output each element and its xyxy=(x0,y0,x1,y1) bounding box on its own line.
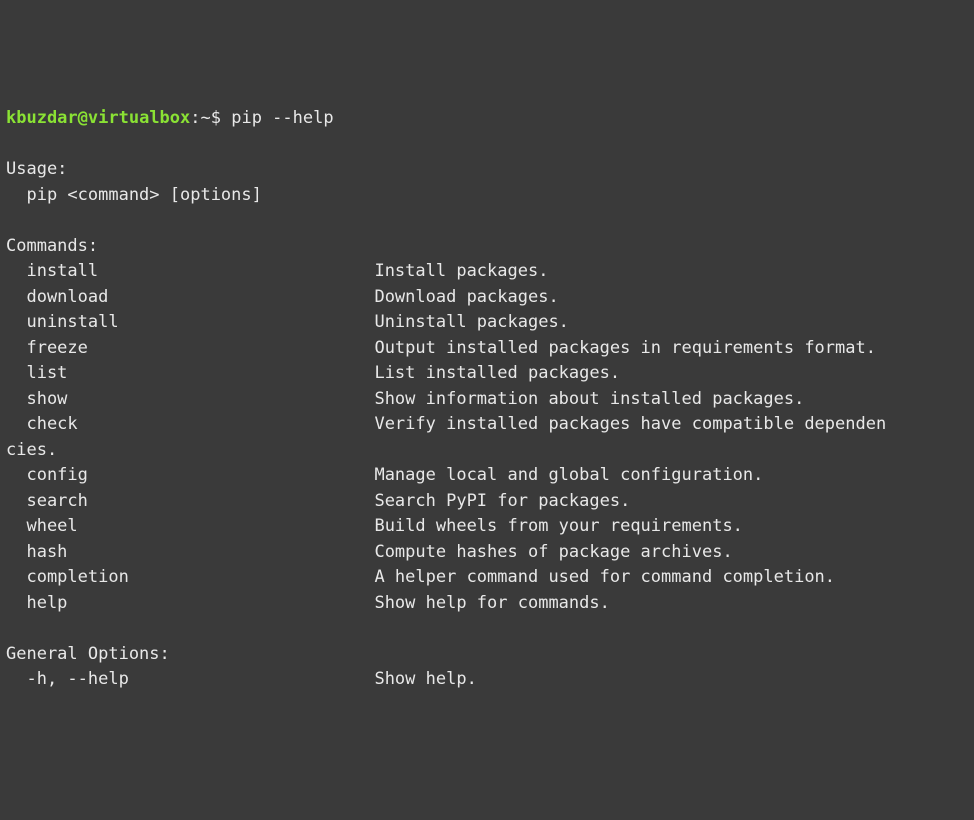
usage-header: Usage: xyxy=(6,159,67,179)
commands-header: Commands: xyxy=(6,236,98,256)
general-options-header: General Options: xyxy=(6,644,170,664)
usage-line: pip <command> [options] xyxy=(6,185,262,205)
command-input: pip --help xyxy=(231,108,333,128)
cmd-config: configManage local and global configurat… xyxy=(6,463,968,489)
cmd-show: showShow information about installed pac… xyxy=(6,387,968,413)
cmd-wheel: wheelBuild wheels from your requirements… xyxy=(6,514,968,540)
cmd-download: downloadDownload packages. xyxy=(6,285,968,311)
output-block: Usage: pip <command> [options] Commands:… xyxy=(6,159,968,693)
prompt-path: :~$ xyxy=(190,108,221,128)
cmd-uninstall: uninstallUninstall packages. xyxy=(6,310,968,336)
cmd-search: searchSearch PyPI for packages. xyxy=(6,489,968,515)
prompt-at: @ xyxy=(78,108,88,128)
cmd-hash: hashCompute hashes of package archives. xyxy=(6,540,968,566)
prompt-host: virtualbox xyxy=(88,108,190,128)
terminal-window[interactable]: kbuzdar@virtualbox:~$ pip --help Usage: … xyxy=(6,106,968,693)
cmd-install: installInstall packages. xyxy=(6,259,968,285)
cmd-list: listList installed packages. xyxy=(6,361,968,387)
cmd-freeze: freezeOutput installed packages in requi… xyxy=(6,336,968,362)
prompt-user: kbuzdar xyxy=(6,108,78,128)
cmd-check-wrap: cies. xyxy=(6,438,968,464)
opt-help: -h, --helpShow help. xyxy=(6,667,968,693)
cmd-check: checkVerify installed packages have comp… xyxy=(6,412,968,438)
cmd-help: helpShow help for commands. xyxy=(6,591,968,617)
prompt-line: kbuzdar@virtualbox:~$ pip --help xyxy=(6,108,334,128)
cmd-completion: completionA helper command used for comm… xyxy=(6,565,968,591)
